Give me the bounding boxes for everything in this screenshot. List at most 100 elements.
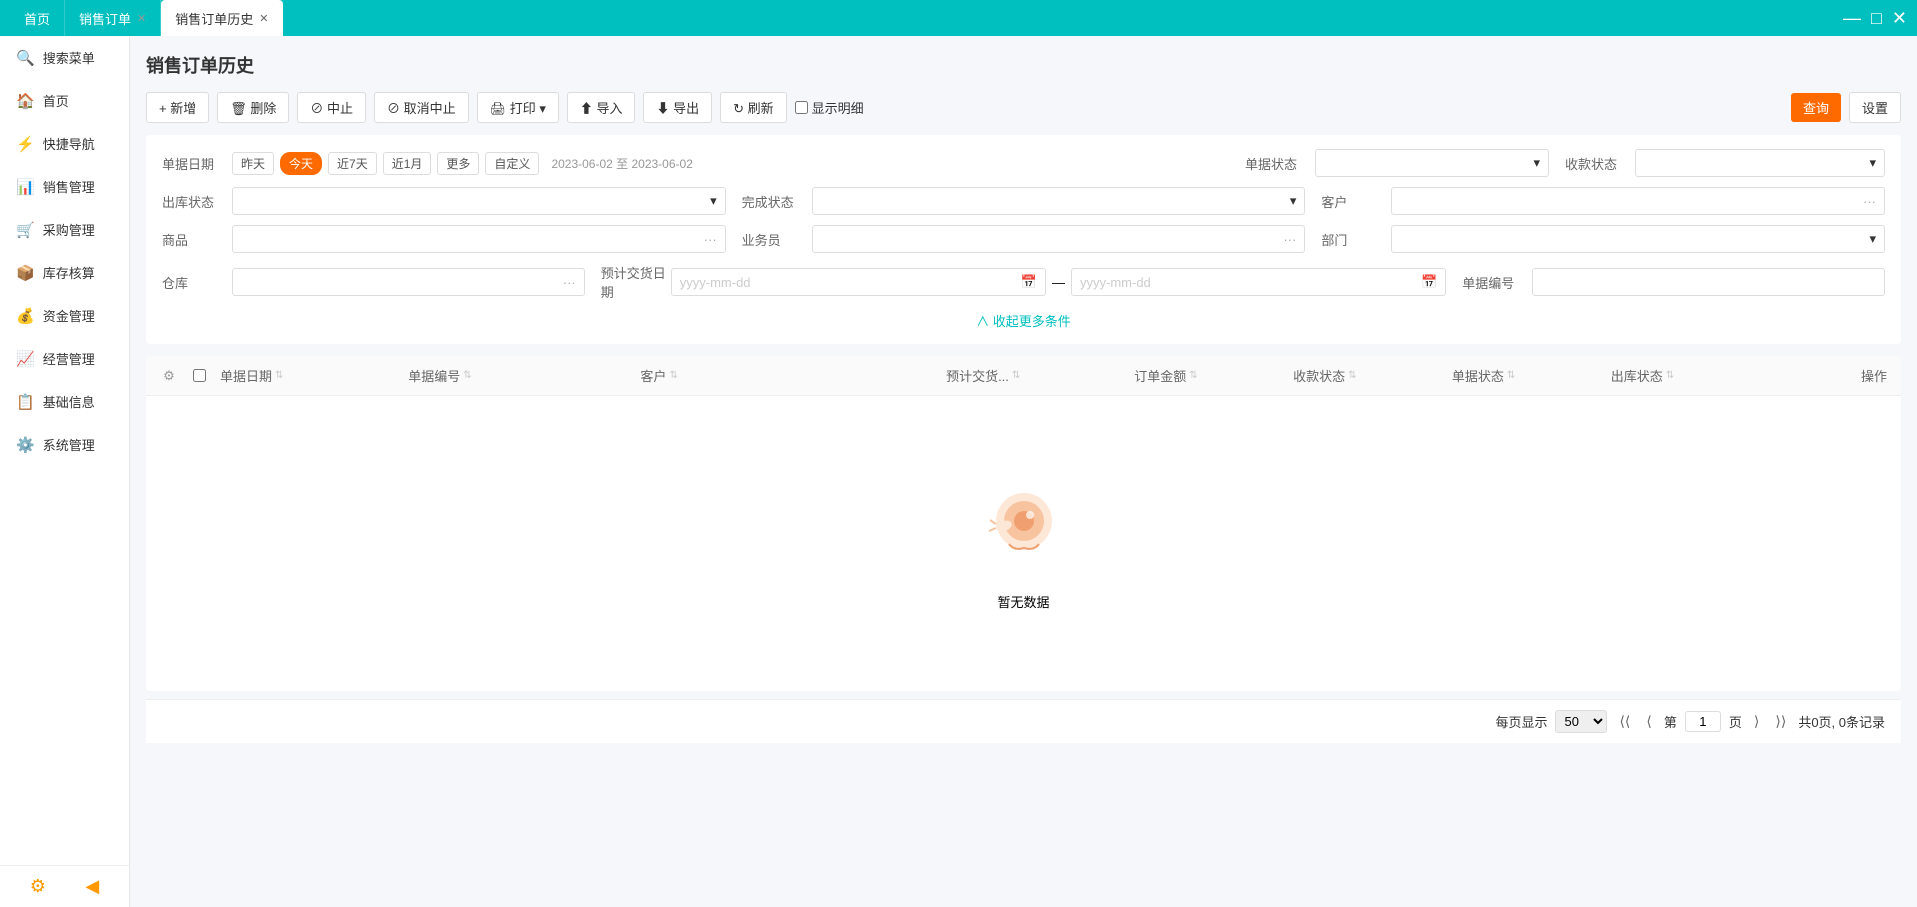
sales-icon: 📊 <box>16 178 35 196</box>
last-page-btn[interactable]: ⟩⟩ <box>1771 711 1790 732</box>
sidebar-item-basic[interactable]: 📋 基础信息 <box>0 380 129 423</box>
quicknav-icon: ⚡ <box>16 135 35 153</box>
completion-status-col: 完成状态 ▾ <box>742 187 1322 215</box>
custom-btn[interactable]: 自定义 <box>485 152 539 175</box>
import-button[interactable]: ⬆ 导入 <box>567 92 636 123</box>
settings-button[interactable]: 设置 <box>1849 92 1901 123</box>
doc-status-select[interactable]: ▾ <box>1315 149 1549 177</box>
filter-row-3: 商品 ··· 业务员 ··· 部门 ▾ <box>162 225 1885 253</box>
show-detail-checkbox-label[interactable]: 显示明细 <box>795 98 864 117</box>
customer-dots[interactable]: ··· <box>1863 194 1876 209</box>
department-select[interactable]: ▾ <box>1391 225 1885 253</box>
goods-dots[interactable]: ··· <box>704 232 717 247</box>
delete-button[interactable]: 🗑 删除 <box>217 92 289 123</box>
cancel-stop-button[interactable]: ⊘ 取消中止 <box>374 92 469 123</box>
query-button[interactable]: 查询 <box>1791 93 1841 122</box>
th-outbound-status[interactable]: 出库状态 ⇅ <box>1605 366 1764 385</box>
yesterday-btn[interactable]: 昨天 <box>232 152 274 175</box>
filter-row-1: 单据日期 昨天 今天 近7天 近1月 更多 自定义 2023-06-02 至 2… <box>162 149 1885 177</box>
salesperson-dots[interactable]: ··· <box>1283 232 1296 247</box>
sidebar-settings-icon[interactable]: ⚙ <box>30 876 46 897</box>
th-doc-status-sort: ⇅ <box>1507 370 1515 381</box>
toolbar: + 新增 🗑 删除 ⊘ 中止 ⊘ 取消中止 🖨 打印 ▾ ⬆ 导入 ⬇ 导出 ↻… <box>146 92 1901 123</box>
tab-sales-order-history-close[interactable]: ✕ <box>259 12 268 25</box>
sidebar-item-home[interactable]: 🏠 首页 <box>0 79 129 122</box>
filter-row-2: 出库状态 ▾ 完成状态 ▾ 客户 ··· <box>162 187 1885 215</box>
sidebar-item-system[interactable]: ⚙️ 系统管理 <box>0 423 129 466</box>
th-customer[interactable]: 客户 ⇅ <box>634 366 940 385</box>
receipt-status-chevron: ▾ <box>1869 155 1876 171</box>
calendar-end-icon[interactable]: 📅 <box>1421 274 1437 290</box>
th-doc-status[interactable]: 单据状态 ⇅ <box>1446 366 1605 385</box>
warehouse-col: 仓库 ··· <box>162 268 601 296</box>
sidebar-item-quicknav[interactable]: ⚡ 快捷导航 <box>0 122 129 165</box>
sidebar-item-inventory-label: 库存核算 <box>43 263 95 282</box>
today-btn[interactable]: 今天 <box>280 152 322 175</box>
delivery-date-label: 预计交货日期 <box>601 263 671 301</box>
tab-sales-order-close[interactable]: ✕ <box>137 12 146 25</box>
outbound-status-select[interactable]: ▾ <box>232 187 726 215</box>
th-expected-delivery-label: 预计交货... <box>946 366 1009 385</box>
prev-page-btn[interactable]: ⟨ <box>1642 711 1655 732</box>
stop-button[interactable]: ⊘ 中止 <box>297 92 366 123</box>
top-bar: 首页 销售订单 ✕ 销售订单历史 ✕ — □ ✕ <box>0 0 1917 36</box>
sidebar-search[interactable]: 🔍 搜索菜单 <box>0 36 129 79</box>
table-check-all[interactable] <box>184 369 214 382</box>
page-number-input[interactable] <box>1685 711 1721 732</box>
th-doc-date[interactable]: 单据日期 ⇅ <box>214 366 402 385</box>
outbound-status-col: 出库状态 ▾ <box>162 187 742 215</box>
th-doc-number-label: 单据编号 <box>408 366 460 385</box>
th-order-amount[interactable]: 订单金额 ⇅ <box>1128 366 1287 385</box>
th-receipt-status[interactable]: 收款状态 ⇅ <box>1287 366 1446 385</box>
goods-col: 商品 ··· <box>162 225 742 253</box>
goods-label: 商品 <box>162 230 232 249</box>
customer-input[interactable]: ··· <box>1391 187 1885 215</box>
th-expected-delivery[interactable]: 预计交货... ⇅ <box>940 366 1128 385</box>
system-icon: ⚙️ <box>16 436 35 454</box>
receipt-status-select[interactable]: ▾ <box>1635 149 1885 177</box>
collapse-more[interactable]: ∧ 收起更多条件 <box>162 311 1885 330</box>
week-btn[interactable]: 近7天 <box>328 152 377 175</box>
table-settings-icon[interactable]: ⚙ <box>154 368 184 384</box>
check-all-checkbox[interactable] <box>193 369 206 382</box>
export-button[interactable]: ⬇ 导出 <box>643 92 712 123</box>
sidebar-collapse-icon[interactable]: ◀ <box>85 876 99 897</box>
warehouse-input[interactable]: ··· <box>232 268 585 296</box>
warehouse-dots[interactable]: ··· <box>563 275 576 290</box>
show-detail-checkbox[interactable] <box>795 101 808 114</box>
goods-input[interactable]: ··· <box>232 225 726 253</box>
next-page-btn[interactable]: ⟩ <box>1750 711 1763 732</box>
doc-number-input[interactable] <box>1532 268 1885 296</box>
tab-home[interactable]: 首页 <box>10 0 65 36</box>
sidebar: 🔍 搜索菜单 🏠 首页 ⚡ 快捷导航 📊 销售管理 🛒 采购管理 📦 库存核算 … <box>0 36 130 907</box>
sidebar-item-sales[interactable]: 📊 销售管理 <box>0 165 129 208</box>
sidebar-item-home-label: 首页 <box>43 91 69 110</box>
print-button[interactable]: 🖨 打印 ▾ <box>477 92 559 123</box>
minimize-button[interactable]: — <box>1843 8 1861 29</box>
delivery-date-start[interactable]: yyyy-mm-dd 📅 <box>671 268 1046 296</box>
new-button[interactable]: + 新增 <box>146 92 209 123</box>
sidebar-item-management[interactable]: 📈 经营管理 <box>0 337 129 380</box>
maximize-button[interactable]: □ <box>1871 8 1882 29</box>
per-page-select[interactable]: 50 100 200 <box>1555 710 1607 733</box>
th-outbound-status-sort: ⇅ <box>1666 370 1674 381</box>
page-title: 销售订单历史 <box>146 52 1901 78</box>
more-btn[interactable]: 更多 <box>437 152 479 175</box>
month-btn[interactable]: 近1月 <box>383 152 432 175</box>
calendar-start-icon[interactable]: 📅 <box>1021 274 1037 290</box>
th-outbound-status-label: 出库状态 <box>1611 366 1663 385</box>
sidebar-item-inventory[interactable]: 📦 库存核算 <box>0 251 129 294</box>
salesperson-input[interactable]: ··· <box>812 225 1306 253</box>
th-doc-number[interactable]: 单据编号 ⇅ <box>402 366 634 385</box>
completion-status-select[interactable]: ▾ <box>812 187 1306 215</box>
refresh-button[interactable]: ↻ 刷新 <box>720 92 787 123</box>
tab-sales-order[interactable]: 销售订单 ✕ <box>65 0 161 36</box>
sidebar-item-purchase[interactable]: 🛒 采购管理 <box>0 208 129 251</box>
close-button[interactable]: ✕ <box>1892 8 1907 29</box>
first-page-btn[interactable]: ⟨⟨ <box>1615 711 1634 732</box>
sidebar-item-finance[interactable]: 💰 资金管理 <box>0 294 129 337</box>
show-detail-label: 显示明细 <box>812 98 864 117</box>
delivery-date-end[interactable]: yyyy-mm-dd 📅 <box>1071 268 1446 296</box>
tab-sales-order-history[interactable]: 销售订单历史 ✕ <box>161 0 283 36</box>
doc-number-label: 单据编号 <box>1462 273 1532 292</box>
